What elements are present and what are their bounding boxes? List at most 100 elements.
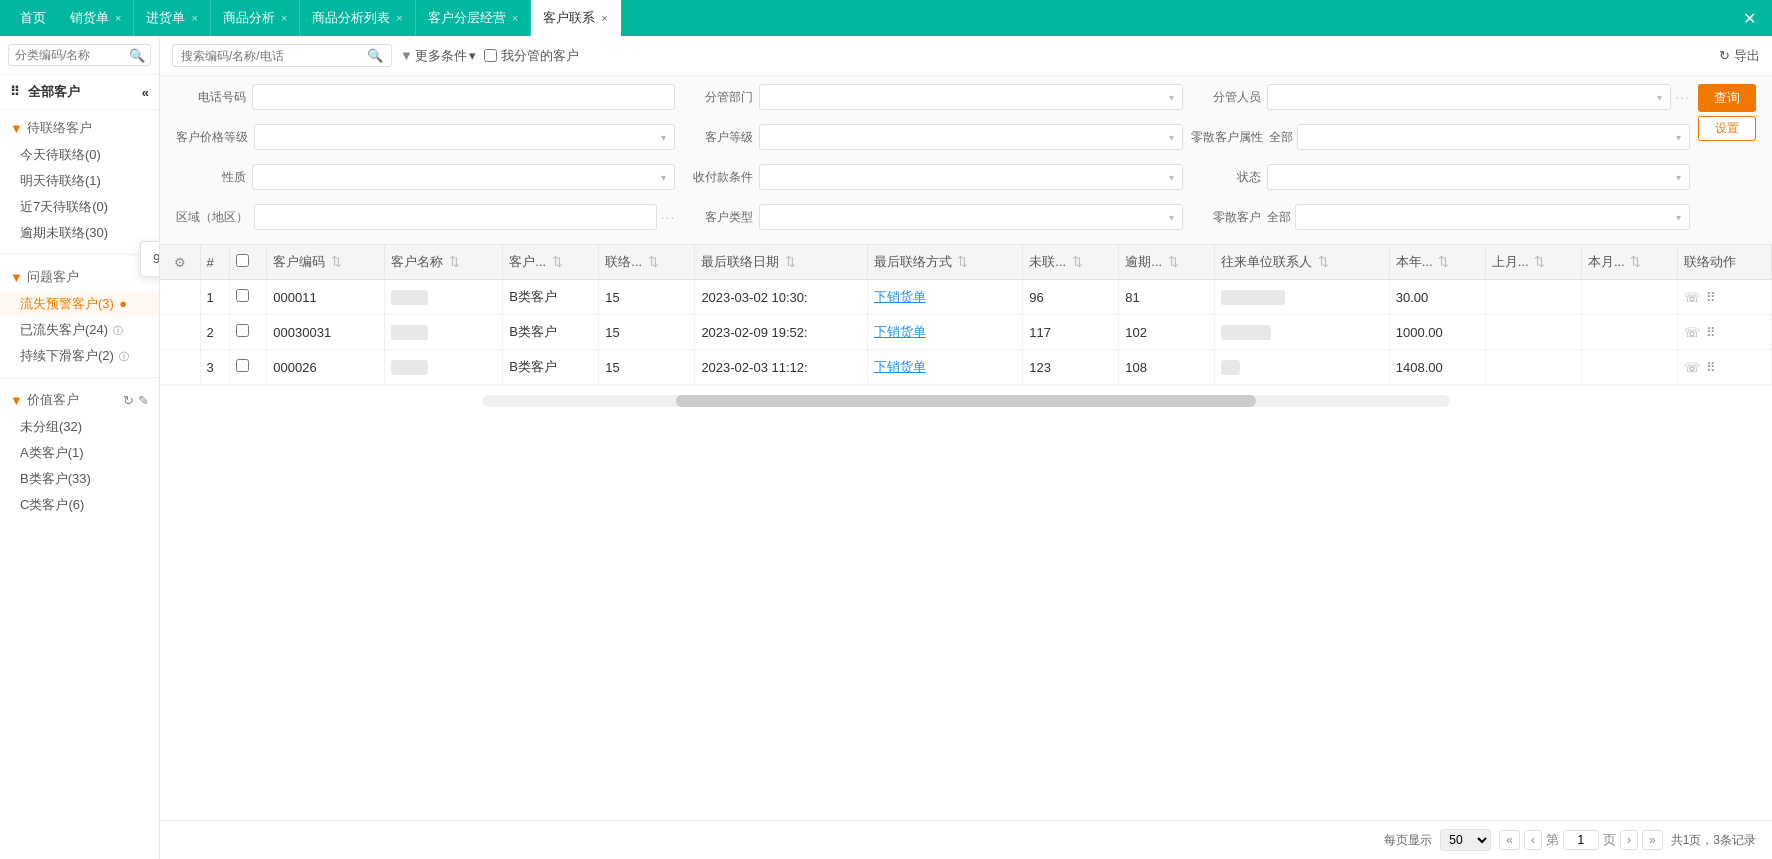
filter-dept-select[interactable]: ▾ [759,84,1182,110]
sort-unit-icon[interactable]: ⇅ [1318,254,1329,269]
more-conditions-btn[interactable]: ▼ 更多条件 ▾ [400,47,476,65]
sidebar-item-lost[interactable]: 已流失客户(24) ⓘ [0,317,159,343]
cell-year-1: 1000.00 [1389,315,1485,350]
select-all-checkbox[interactable] [236,254,249,267]
export-button[interactable]: ↻ 导出 [1719,47,1760,65]
action-phone-icon-0[interactable]: ☏ [1684,290,1700,305]
contact-method-link-1[interactable]: 下销货单 [874,324,926,339]
chevron-zero-attr-icon: ▾ [1676,132,1681,143]
sort-thismonth-icon[interactable]: ⇅ [1630,254,1641,269]
sidebar-item-overdue[interactable]: 逾期未联络(30) [0,220,159,246]
tab-sales-close[interactable]: × [115,12,121,24]
contact-method-link-2[interactable]: 下销货单 [874,359,926,374]
region-dots[interactable]: ··· [661,209,676,225]
filter-zero-customer-select[interactable]: ▾ [1295,204,1690,230]
prev-page-btn[interactable]: ‹ [1524,830,1542,850]
per-page-select[interactable]: 50 100 200 [1440,829,1491,851]
th-unit-contact: 往来单位联系人 ⇅ [1215,245,1389,280]
sidebar-group-lost[interactable]: ▼ 问题客户 [0,263,159,291]
filter-price-tier: 客户价格等级 ▾ [176,124,675,150]
th-config[interactable]: ⚙ [160,245,200,280]
sidebar-all-customers[interactable]: ⠿ 全部客户 « [0,75,159,110]
page-nav: « ‹ 第 页 › » [1499,830,1662,850]
sort-type-icon[interactable]: ⇅ [552,254,563,269]
sort-contact-icon[interactable]: ⇅ [648,254,659,269]
filter-status-select[interactable]: ▾ [1267,164,1690,190]
filter-customer-tier-select[interactable]: ▾ [759,124,1182,150]
sort-lastmonth-icon[interactable]: ⇅ [1534,254,1545,269]
row-checkbox-0[interactable] [236,289,249,302]
tab-customer-contact[interactable]: 客户联系 × [531,0,620,36]
sort-nocontact-icon[interactable]: ⇅ [1072,254,1083,269]
value-edit-icon[interactable]: ✎ [138,393,149,408]
filter-customer-type-select[interactable]: ▾ [759,204,1182,230]
my-customers-checkbox[interactable] [484,49,497,62]
tab-customer-contact-close[interactable]: × [601,12,607,24]
value-refresh-icon[interactable]: ↻ [123,393,134,408]
sidebar-search-icon: 🔍 [129,48,145,63]
query-button[interactable]: 查询 [1698,84,1756,112]
action-more-icon-1[interactable]: ⠿ [1706,325,1716,340]
row-checkbox-2[interactable] [236,359,249,372]
sidebar-item-ungrouped[interactable]: 未分组(32) [0,414,159,440]
tab-customer-tier[interactable]: 客户分层经营 × [416,0,531,36]
action-phone-icon-1[interactable]: ☏ [1684,325,1700,340]
main-search-icon[interactable]: 🔍 [367,48,383,63]
sort-name-icon[interactable]: ⇅ [449,254,460,269]
filter-row-3: 性质 ▾ 收付款条件 ▾ [176,164,1690,190]
cell-index-0: 1 [200,280,229,315]
first-page-btn[interactable]: « [1499,830,1520,850]
window-close-button[interactable]: ✕ [1735,9,1764,28]
last-page-btn[interactable]: » [1642,830,1663,850]
tab-sales[interactable]: 销货单 × [58,0,134,36]
tab-customer-tier-close[interactable]: × [512,12,518,24]
filter-zero-attr-select[interactable]: ▾ [1297,124,1690,150]
sort-year-icon[interactable]: ⇅ [1438,254,1449,269]
cell-lastmonth-2 [1485,350,1581,385]
sidebar-item-class-a[interactable]: A类客户(1) [0,440,159,466]
main-search-input[interactable] [181,49,367,63]
tab-home[interactable]: 首页 [8,0,58,36]
settings-button[interactable]: 设置 [1698,116,1756,141]
sidebar-item-tomorrow[interactable]: 明天待联络(1) [0,168,159,194]
tab-purchase-close[interactable]: × [191,12,197,24]
sidebar-item-7days[interactable]: 近7天待联络(0) [0,194,159,220]
manager-dots[interactable]: ··· [1675,89,1690,105]
sidebar-collapse-icon[interactable]: « [142,85,149,100]
action-more-icon-2[interactable]: ⠿ [1706,360,1716,375]
row-checkbox-1[interactable] [236,324,249,337]
filter-nature: 性质 ▾ [176,164,675,190]
sort-code-icon[interactable]: ⇅ [331,254,342,269]
sidebar-item-today[interactable]: 今天待联络(0) [0,142,159,168]
next-page-btn[interactable]: › [1620,830,1638,850]
sidebar-item-at-risk[interactable]: 流失预警客户(3) ● [0,291,159,317]
scrollbar-area [160,385,1772,417]
sidebar-group-pending[interactable]: ▼ 待联络客户 [0,114,159,142]
content-area: 🔍 ▼ 更多条件 ▾ 我分管的客户 ↻ 导出 [160,36,1772,859]
action-phone-icon-2[interactable]: ☏ [1684,360,1700,375]
tab-goods-analysis[interactable]: 商品分析 × [211,0,300,36]
action-more-icon-0[interactable]: ⠿ [1706,290,1716,305]
tab-goods-analysis-list-close[interactable]: × [396,12,402,24]
contact-method-link-0[interactable]: 下销货单 [874,289,926,304]
sidebar-group-value[interactable]: ▼ 价值客户 ↻ ✎ [0,386,159,414]
sidebar-item-declining[interactable]: 持续下滑客户(2) ⓘ [0,343,159,369]
sort-overdue-icon[interactable]: ⇅ [1168,254,1179,269]
filter-phone-input[interactable] [252,84,675,110]
filter-price-tier-select[interactable]: ▾ [254,124,675,150]
filter-manager-select[interactable]: ▾ [1267,84,1672,110]
filter-payment-select[interactable]: ▾ [759,164,1182,190]
cell-checkbox-2 [229,350,267,385]
sort-date-icon[interactable]: ⇅ [785,254,796,269]
filter-nature-select[interactable]: ▾ [252,164,675,190]
th-last-contact-method: 最后联络方式 ⇅ [867,245,1023,280]
sidebar-item-class-b[interactable]: B类客户(33) [0,466,159,492]
page-input[interactable] [1563,830,1599,850]
sidebar-item-class-c[interactable]: C类客户(6) [0,492,159,518]
horizontal-scrollbar[interactable] [482,395,1449,407]
sort-method-icon[interactable]: ⇅ [957,254,968,269]
tab-purchase[interactable]: 进货单 × [134,0,210,36]
filter-region: 区域（地区） ··· [176,204,675,230]
tab-goods-analysis-close[interactable]: × [281,12,287,24]
tab-goods-analysis-list[interactable]: 商品分析列表 × [300,0,415,36]
